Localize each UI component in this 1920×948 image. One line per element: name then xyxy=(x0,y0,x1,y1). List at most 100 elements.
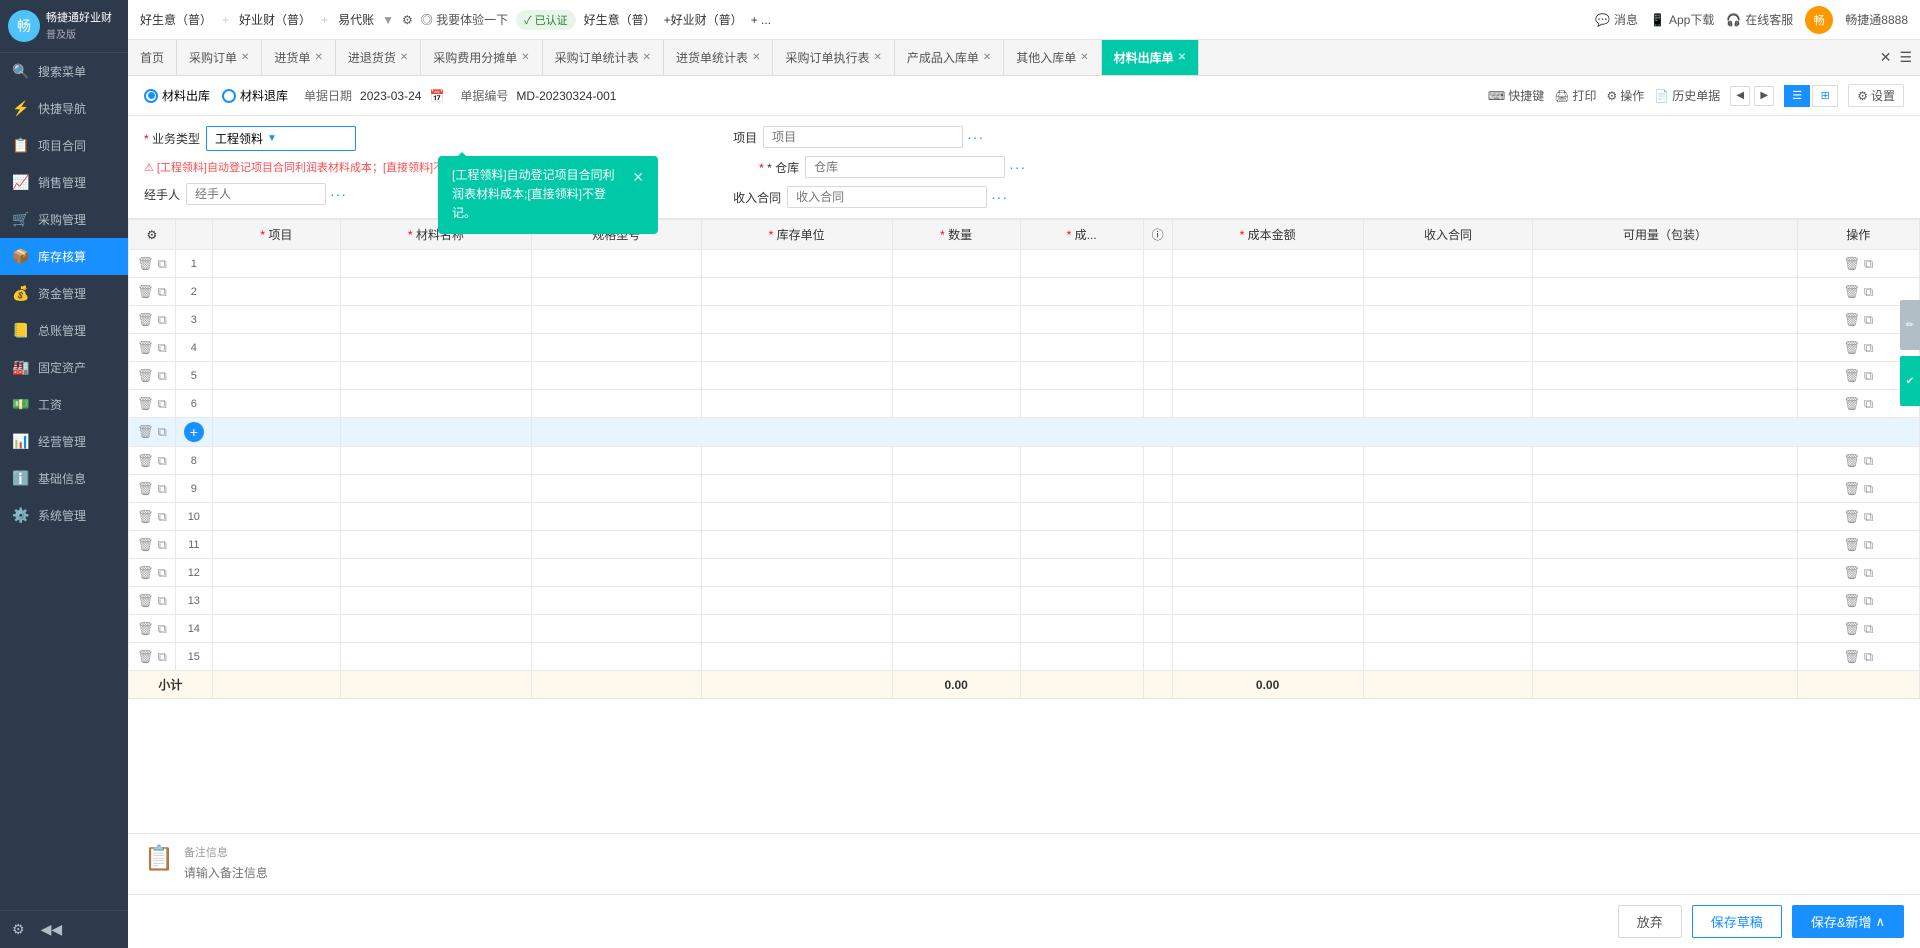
copy-icon[interactable]: ⧉ xyxy=(1864,256,1873,272)
copy-icon[interactable]: ⧉ xyxy=(1864,368,1873,384)
row-name-cell[interactable] xyxy=(340,250,531,278)
topbar-easy-account[interactable]: 易代账 xyxy=(338,11,374,28)
settings-bottom-icon[interactable]: ⚙ xyxy=(12,921,25,938)
delete-icon[interactable]: 🗑 xyxy=(1843,453,1860,469)
sidebar-item-funds[interactable]: 💰 资金管理 xyxy=(0,275,128,312)
row-qty-cell[interactable] xyxy=(892,587,1020,615)
delete-row-icon[interactable]: 🗑 xyxy=(137,396,154,412)
handler-dots-btn[interactable]: ··· xyxy=(330,186,347,202)
row-unit-cell[interactable] xyxy=(701,587,892,615)
row-cost-cell[interactable] xyxy=(1020,531,1143,559)
row-cost-amount-cell[interactable] xyxy=(1172,334,1363,362)
row-contract-cell[interactable] xyxy=(1363,390,1533,418)
row-qty-cell[interactable] xyxy=(892,306,1020,334)
row-name-cell[interactable] xyxy=(340,418,531,447)
delete-icon[interactable]: 🗑 xyxy=(1843,368,1860,384)
username[interactable]: 畅捷通8888 xyxy=(1845,11,1908,28)
tab-close-goods-stat[interactable]: ✕ xyxy=(752,52,760,63)
right-float-btn-1[interactable]: ✏ xyxy=(1900,300,1920,350)
delete-row-icon[interactable]: 🗑 xyxy=(137,649,154,665)
notes-input[interactable] xyxy=(184,862,1904,884)
row-contract-cell[interactable] xyxy=(1363,447,1533,475)
row-cost-amount-cell[interactable] xyxy=(1172,278,1363,306)
delete-row-icon[interactable]: 🗑 xyxy=(137,312,154,328)
business-type-select[interactable]: 工程领料 ▼ xyxy=(206,126,356,151)
row-contract-cell[interactable] xyxy=(1363,643,1533,671)
copy-row-icon[interactable]: ⧉ xyxy=(158,537,167,553)
copy-row-icon[interactable]: ⧉ xyxy=(158,593,167,609)
tab-goods-receipt[interactable]: 进货单 ✕ xyxy=(262,40,335,76)
sidebar-item-accounting[interactable]: 📒 总账管理 xyxy=(0,312,128,349)
user-avatar[interactable]: 畅 xyxy=(1805,6,1833,34)
topbar-good-finance[interactable]: 好业财（普） xyxy=(239,11,311,28)
row-project-cell[interactable] xyxy=(212,531,340,559)
row-name-cell[interactable] xyxy=(340,306,531,334)
row-qty-cell[interactable] xyxy=(892,559,1020,587)
add-row-button[interactable]: + xyxy=(184,422,204,442)
delete-icon[interactable]: 🗑 xyxy=(1843,621,1860,637)
operation-btn[interactable]: ⚙ 操作 xyxy=(1606,87,1644,104)
row-project-cell[interactable] xyxy=(212,334,340,362)
row-spec-cell[interactable] xyxy=(531,503,701,531)
copy-row-icon[interactable]: ⧉ xyxy=(158,621,167,637)
row-qty-cell[interactable] xyxy=(892,503,1020,531)
topbar-good-finance2[interactable]: +好业财（普） xyxy=(664,11,743,28)
row-cost-amount-cell[interactable] xyxy=(1172,390,1363,418)
row-unit-cell[interactable] xyxy=(701,278,892,306)
project-dots-btn[interactable]: ··· xyxy=(967,129,984,145)
row-name-cell[interactable] xyxy=(340,531,531,559)
copy-row-icon[interactable]: ⧉ xyxy=(158,284,167,300)
tab-product-warehouse[interactable]: 产成品入库单 ✕ xyxy=(895,40,1004,76)
tab-purchase-order[interactable]: 采购订单 ✕ xyxy=(177,40,262,76)
row-qty-cell[interactable] xyxy=(892,278,1020,306)
tooltip-close-btn[interactable]: ✕ xyxy=(632,166,644,188)
row-unit-cell[interactable] xyxy=(701,559,892,587)
row-cost-amount-cell[interactable] xyxy=(1172,643,1363,671)
row-spec-cell[interactable] xyxy=(531,306,701,334)
row-name-cell[interactable] xyxy=(340,447,531,475)
row-contract-cell[interactable] xyxy=(1363,559,1533,587)
delete-icon[interactable]: 🗑 xyxy=(1843,565,1860,581)
copy-row-icon[interactable]: ⧉ xyxy=(158,256,167,272)
row-unit-cell[interactable] xyxy=(701,390,892,418)
copy-icon[interactable]: ⧉ xyxy=(1864,621,1873,637)
copy-icon[interactable]: ⧉ xyxy=(1864,340,1873,356)
delete-icon[interactable]: 🗑 xyxy=(1843,509,1860,525)
income-contract-dots-btn[interactable]: ··· xyxy=(991,189,1008,205)
delete-icon[interactable]: 🗑 xyxy=(1843,256,1860,272)
nav-prev[interactable]: ◀ xyxy=(1730,86,1750,106)
row-name-cell[interactable] xyxy=(340,475,531,503)
row-contract-cell[interactable] xyxy=(1363,278,1533,306)
row-project-cell[interactable] xyxy=(212,587,340,615)
row-cost-cell[interactable] xyxy=(1020,334,1143,362)
row-project-cell[interactable] xyxy=(212,306,340,334)
row-name-cell[interactable] xyxy=(340,559,531,587)
copy-icon[interactable]: ⧉ xyxy=(1864,396,1873,412)
row-unit-cell[interactable] xyxy=(701,334,892,362)
th-settings[interactable]: ⚙ xyxy=(129,220,176,250)
tab-close-purchase-expense[interactable]: ✕ xyxy=(521,52,529,63)
row-project-cell[interactable] xyxy=(212,643,340,671)
row-qty-cell[interactable] xyxy=(892,250,1020,278)
sidebar-item-quick[interactable]: ⚡ 快捷导航 xyxy=(0,90,128,127)
row-spec-cell[interactable] xyxy=(531,278,701,306)
sidebar-item-search[interactable]: 🔍 搜索菜单 xyxy=(0,53,128,90)
row-spec-cell[interactable] xyxy=(531,418,1919,447)
copy-icon[interactable]: ⧉ xyxy=(1864,565,1873,581)
tab-order-exec[interactable]: 采购订单执行表 ✕ xyxy=(773,40,894,76)
row-unit-cell[interactable] xyxy=(701,447,892,475)
row-contract-cell[interactable] xyxy=(1363,475,1533,503)
row-contract-cell[interactable] xyxy=(1363,362,1533,390)
delete-row-icon[interactable]: 🗑 xyxy=(137,256,154,272)
delete-icon[interactable]: 🗑 xyxy=(1843,481,1860,497)
row-name-cell[interactable] xyxy=(340,334,531,362)
row-project-cell[interactable] xyxy=(212,418,340,447)
tab-menu-icon[interactable]: ☰ xyxy=(1899,49,1912,66)
discard-button[interactable]: 放弃 xyxy=(1618,905,1682,938)
row-cost-amount-cell[interactable] xyxy=(1172,559,1363,587)
row-project-cell[interactable] xyxy=(212,250,340,278)
row-spec-cell[interactable] xyxy=(531,475,701,503)
row-cost-cell[interactable] xyxy=(1020,278,1143,306)
row-unit-cell[interactable] xyxy=(701,362,892,390)
row-spec-cell[interactable] xyxy=(531,250,701,278)
